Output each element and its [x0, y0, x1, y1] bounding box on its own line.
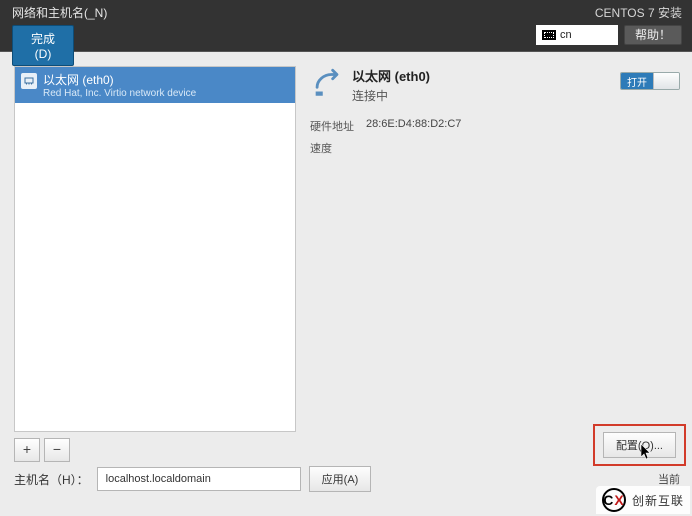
details-interface-name: 以太网 (eth0) — [352, 66, 430, 85]
add-interface-button[interactable]: + — [14, 438, 40, 462]
hw-address-label: 硬件地址 — [310, 118, 358, 134]
hw-address-value: 28:6E:D4:88:D2:C7 — [366, 118, 461, 134]
hw-address-row: 硬件地址 28:6E:D4:88:D2:C7 — [310, 118, 680, 134]
header-right: CENTOS 7 安装 cn 帮助！ — [536, 4, 682, 51]
ethernet-icon — [21, 73, 37, 89]
header-controls: cn 帮助！ — [536, 25, 682, 45]
details-status: 连接中 — [352, 87, 430, 104]
connection-toggle[interactable]: 打开 — [620, 72, 680, 90]
hostname-bar: 主机名（H）： 应用(A) 当前 — [0, 462, 692, 492]
speed-row: 速度 — [310, 140, 680, 156]
interface-item-eth0[interactable]: 以太网 (eth0) Red Hat, Inc. Virtio network … — [15, 67, 295, 103]
current-hostname-label: 当前 — [658, 471, 680, 487]
configure-button[interactable]: 配置(O)... — [603, 432, 676, 458]
details-kv: 硬件地址 28:6E:D4:88:D2:C7 速度 — [310, 118, 680, 156]
watermark-text: 创新互联 — [632, 492, 684, 509]
interface-list-buttons: + − — [14, 438, 296, 462]
install-title: CENTOS 7 安装 — [595, 4, 682, 21]
page-title: 网络和主机名(_N) — [12, 4, 107, 21]
header-left: 网络和主机名(_N) 完成(D) — [12, 4, 107, 51]
top-header: 网络和主机名(_N) 完成(D) CENTOS 7 安装 cn 帮助！ — [0, 0, 692, 52]
main-area: 以太网 (eth0) Red Hat, Inc. Virtio network … — [0, 52, 692, 462]
remove-interface-button[interactable]: − — [44, 438, 70, 462]
done-button[interactable]: 完成(D) — [12, 25, 74, 66]
interface-item-texts: 以太网 (eth0) Red Hat, Inc. Virtio network … — [43, 71, 196, 99]
speed-label: 速度 — [310, 140, 358, 156]
keyboard-layout-indicator[interactable]: cn — [536, 25, 618, 45]
configure-highlight: 配置(O)... — [593, 424, 686, 466]
toggle-knob — [653, 72, 679, 90]
interface-panel: 以太网 (eth0) Red Hat, Inc. Virtio network … — [14, 66, 296, 462]
keyboard-icon — [542, 30, 556, 40]
interface-item-name: 以太网 (eth0) — [43, 71, 196, 88]
toggle-on-label: 打开 — [621, 72, 653, 90]
watermark-logo: CX — [602, 488, 626, 512]
hostname-input[interactable] — [97, 467, 301, 491]
interface-list[interactable]: 以太网 (eth0) Red Hat, Inc. Virtio network … — [14, 66, 296, 432]
apply-button[interactable]: 应用(A) — [309, 466, 372, 492]
details-panel: 以太网 (eth0) 连接中 打开 硬件地址 28:6E:D4:88:D2:C7… — [310, 66, 680, 462]
help-button[interactable]: 帮助！ — [624, 25, 682, 45]
details-headings: 以太网 (eth0) 连接中 — [352, 66, 430, 104]
interface-item-desc: Red Hat, Inc. Virtio network device — [43, 88, 196, 99]
network-adapter-icon — [310, 66, 344, 100]
watermark: CX 创新互联 — [596, 486, 690, 514]
keyboard-layout-text: cn — [560, 29, 572, 41]
hostname-label: 主机名（H）： — [14, 471, 89, 488]
